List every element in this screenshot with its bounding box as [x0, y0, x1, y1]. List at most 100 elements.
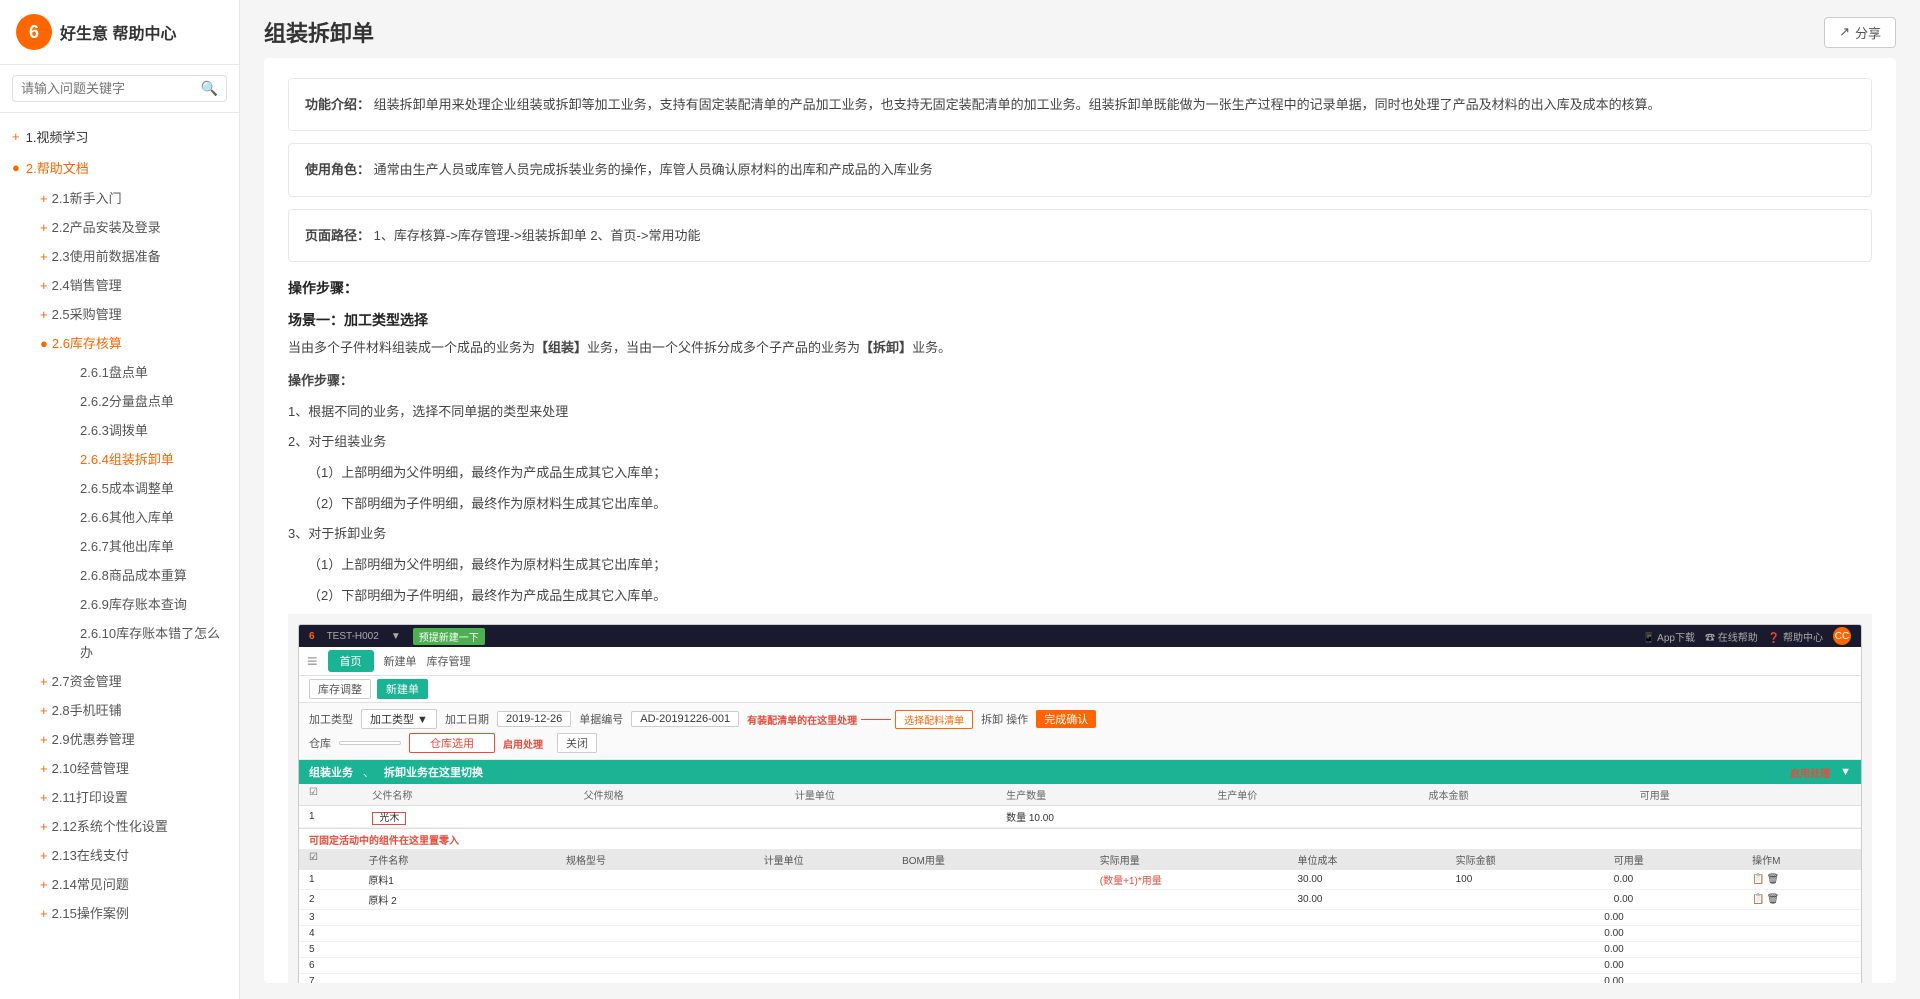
sidebar-item-cost[interactable]: 2.6.5成本调整单: [68, 473, 239, 502]
sidebar-item-new[interactable]: +2.1新手入门: [28, 183, 239, 212]
step2-sub2: （2）下部明细为子件明细，最终作为原材料生成其它出库单。: [308, 492, 1872, 517]
menu-tab-neworder[interactable]: 新建单: [384, 653, 417, 669]
location-label: 仓库: [309, 735, 331, 751]
select-bom-btn[interactable]: 选择配料清单: [895, 710, 973, 729]
sidebar-item-config[interactable]: +2.12系统个性化设置: [28, 811, 239, 840]
sidebar-item-finance[interactable]: +2.7资金管理: [28, 666, 239, 695]
annotation-switch: 启用处理: [1790, 765, 1830, 780]
online-help: ☎ 在线帮助: [1705, 629, 1758, 644]
sub-col-avail: 可用量: [1614, 852, 1752, 867]
sub-col-unit: 计量单位: [764, 852, 902, 867]
role-label: 使用角色：: [305, 162, 370, 177]
search-input[interactable]: [21, 81, 201, 96]
date-input[interactable]: 2019-12-26: [497, 711, 571, 727]
sidebar-item-adjust[interactable]: 2.6.3调拨单: [68, 415, 239, 444]
sub-col-unitcost: 单位成本: [1297, 852, 1455, 867]
logo-icon: 6: [16, 14, 52, 50]
search-area: 🔍: [0, 65, 239, 113]
sidebar-item-sales[interactable]: +2.4销售管理: [28, 270, 239, 299]
no-label: 单据编号: [579, 711, 623, 727]
no-input[interactable]: AD-20191226-001: [631, 711, 739, 727]
search-box: 🔍: [12, 75, 227, 102]
screenshot-area: 6 TEST-H002 ▼ 预提新建一下 📱 App下载 ☎ 在线帮助 ❓ 帮助…: [288, 614, 1872, 983]
cancel-btn[interactable]: 关闭: [557, 733, 597, 753]
sidebar-item-faq[interactable]: +2.14常见问题: [28, 869, 239, 898]
search-icon[interactable]: 🔍: [201, 80, 218, 97]
sidebar-toggle[interactable]: ≡: [307, 651, 318, 672]
annotation-zero: 可固定活动中的组件在这里置零入: [309, 836, 459, 847]
nav-tree: + 1.视频学习 ● 2.帮助文档 +2.1新手入门 +2.2产品安装及登录 +…: [0, 113, 239, 999]
sidebar-item-inventoryquery[interactable]: 2.6.9库存账本查询: [68, 589, 239, 618]
sidebar-item-purchase[interactable]: +2.5采购管理: [28, 299, 239, 328]
sub-col-amount: 实际金额: [1456, 852, 1614, 867]
intro-block: 功能介绍： 组装拆卸单用来处理企业组装或拆卸等加工业务，支持有固定装配清单的产品…: [288, 78, 1872, 131]
menu-tab-main[interactable]: 首页: [328, 650, 374, 672]
sidebar-item-outbound[interactable]: 2.6.7其他出库单: [68, 531, 239, 560]
company-name: TEST-H002: [327, 631, 379, 642]
type-label: 加工类型: [309, 711, 353, 727]
sidebar-item-cases[interactable]: +2.15操作案例: [28, 898, 239, 927]
sub-col-spec: 规格型号: [566, 852, 764, 867]
sidebar-item-print[interactable]: +2.11打印设置: [28, 782, 239, 811]
steps-title: 操作步骤：: [288, 278, 1872, 298]
parent-item-input[interactable]: 光木: [372, 812, 406, 825]
menu-tab-inventory[interactable]: 库存管理: [427, 653, 471, 669]
role-text: 通常由生产人员或库管人员完成拆装业务的操作，库管人员确认原材料的出库和产成品的入…: [374, 162, 933, 177]
nav-sub-docs: +2.1新手入门 +2.2产品安装及登录 +2.3使用前数据准备 +2.4销售管…: [0, 183, 239, 927]
type-row: 组装业务 、 拆卸业务在这里切换 启用处理 ▼: [299, 760, 1861, 784]
row2-copy-icon[interactable]: 📋: [1752, 894, 1764, 905]
sub-col-name: 子件名称: [368, 852, 566, 867]
collapse-icon[interactable]: ▼: [1840, 766, 1851, 778]
type-select[interactable]: 加工类型 ▼: [361, 709, 437, 729]
row-delete-icon[interactable]: 🗑: [1767, 874, 1780, 885]
search-location[interactable]: 仓库选用: [409, 733, 495, 753]
sidebar-item-payment[interactable]: +2.13在线支付: [28, 840, 239, 869]
sidebar-item-mobile[interactable]: +2.8手机旺铺: [28, 695, 239, 724]
sidebar-item-data[interactable]: +2.3使用前数据准备: [28, 241, 239, 270]
upper-table: ☑ 父件名称 父件规格 计量单位 生产数量 生产单价 成本金额 可用量 1 光木: [299, 784, 1861, 829]
sidebar-item-inbound[interactable]: 2.6.6其他入库单: [68, 502, 239, 531]
sub-row-3: 3 0.00: [299, 910, 1861, 926]
sidebar-item-coupon[interactable]: +2.9优惠券管理: [28, 724, 239, 753]
col-qty: 生产数量: [1006, 787, 1217, 802]
new-order-btn[interactable]: 预提新建一下: [413, 628, 485, 645]
sub-row-1: 1 原料1 (数量+1)*用量 30.00 100 0.00 📋 🗑: [299, 870, 1861, 890]
help-center: ❓ 帮助中心: [1768, 629, 1823, 644]
step3-sub2: （2）下部明细为子件明细，最终作为产成品生成其它入库单。: [308, 584, 1872, 609]
sidebar-item-assemble[interactable]: 2.6.4组装拆卸单: [68, 444, 239, 473]
plus-icon: +: [12, 129, 20, 144]
tab-inventory-adjust[interactable]: 库存调整: [309, 679, 371, 699]
sidebar-item-docs[interactable]: ● 2.帮助文档: [0, 152, 239, 183]
op-label: 拆卸 操作: [981, 711, 1028, 727]
sidebar-item-stocktake[interactable]: 2.6.1盘点单: [68, 357, 239, 386]
formula-cell: (数量+1)*用量: [1100, 872, 1298, 887]
app-menubar: ≡ 首页 新建单 库存管理: [299, 647, 1861, 676]
path-text: 1、库存核算->库存管理->组装拆卸单 2、首页->常用功能: [374, 228, 701, 243]
sidebar-item-splitstock[interactable]: 2.6.2分量盘点单: [68, 386, 239, 415]
row2-delete-icon[interactable]: 🗑: [1767, 894, 1780, 905]
sidebar-item-inventory[interactable]: ●2.6库存核算: [28, 328, 239, 357]
warehouse-select[interactable]: [339, 741, 401, 745]
tab-new[interactable]: 新建单: [377, 679, 428, 699]
sidebar-item-ops[interactable]: +2.10经营管理: [28, 753, 239, 782]
app-download: 📱 App下载: [1643, 629, 1695, 644]
share-button[interactable]: ↗ 分享: [1824, 17, 1896, 48]
intro-text: 组装拆卸单用来处理企业组装或拆卸等加工业务，支持有固定装配清单的产品加工业务，也…: [374, 97, 1661, 112]
sidebar-item-inventoryerror[interactable]: 2.6.10库存账本错了怎么办: [68, 618, 239, 666]
share-icon: ↗: [1839, 24, 1850, 40]
step2-sub1: （1）上部明细为父件明细，最终作为产成品生成其它入库单；: [308, 461, 1872, 486]
col-amount: 成本金额: [1429, 787, 1640, 802]
save-btn[interactable]: 完成确认: [1036, 710, 1096, 728]
nav-sub-inventory: 2.6.1盘点单 2.6.2分量盘点单 2.6.3调拨单 2.6.4组装拆卸单 …: [28, 357, 239, 666]
sub-row-5: 5 0.00: [299, 942, 1861, 958]
annotation-bom: 有装配清单的在这里处理: [747, 712, 857, 727]
date-label: 加工日期: [445, 711, 489, 727]
step1: 1、根据不同的业务，选择不同单据的类型来处理: [288, 400, 1872, 425]
row-copy-icon[interactable]: 📋: [1752, 874, 1764, 885]
arrow1: [861, 719, 891, 720]
app-logo-small: 6: [309, 631, 315, 642]
sidebar-item-install[interactable]: +2.2产品安装及登录: [28, 212, 239, 241]
col-parent-name: 父件名称: [372, 787, 583, 802]
sidebar-item-videos[interactable]: + 1.视频学习: [0, 121, 239, 152]
sidebar-item-goodscost[interactable]: 2.6.8商品成本重算: [68, 560, 239, 589]
